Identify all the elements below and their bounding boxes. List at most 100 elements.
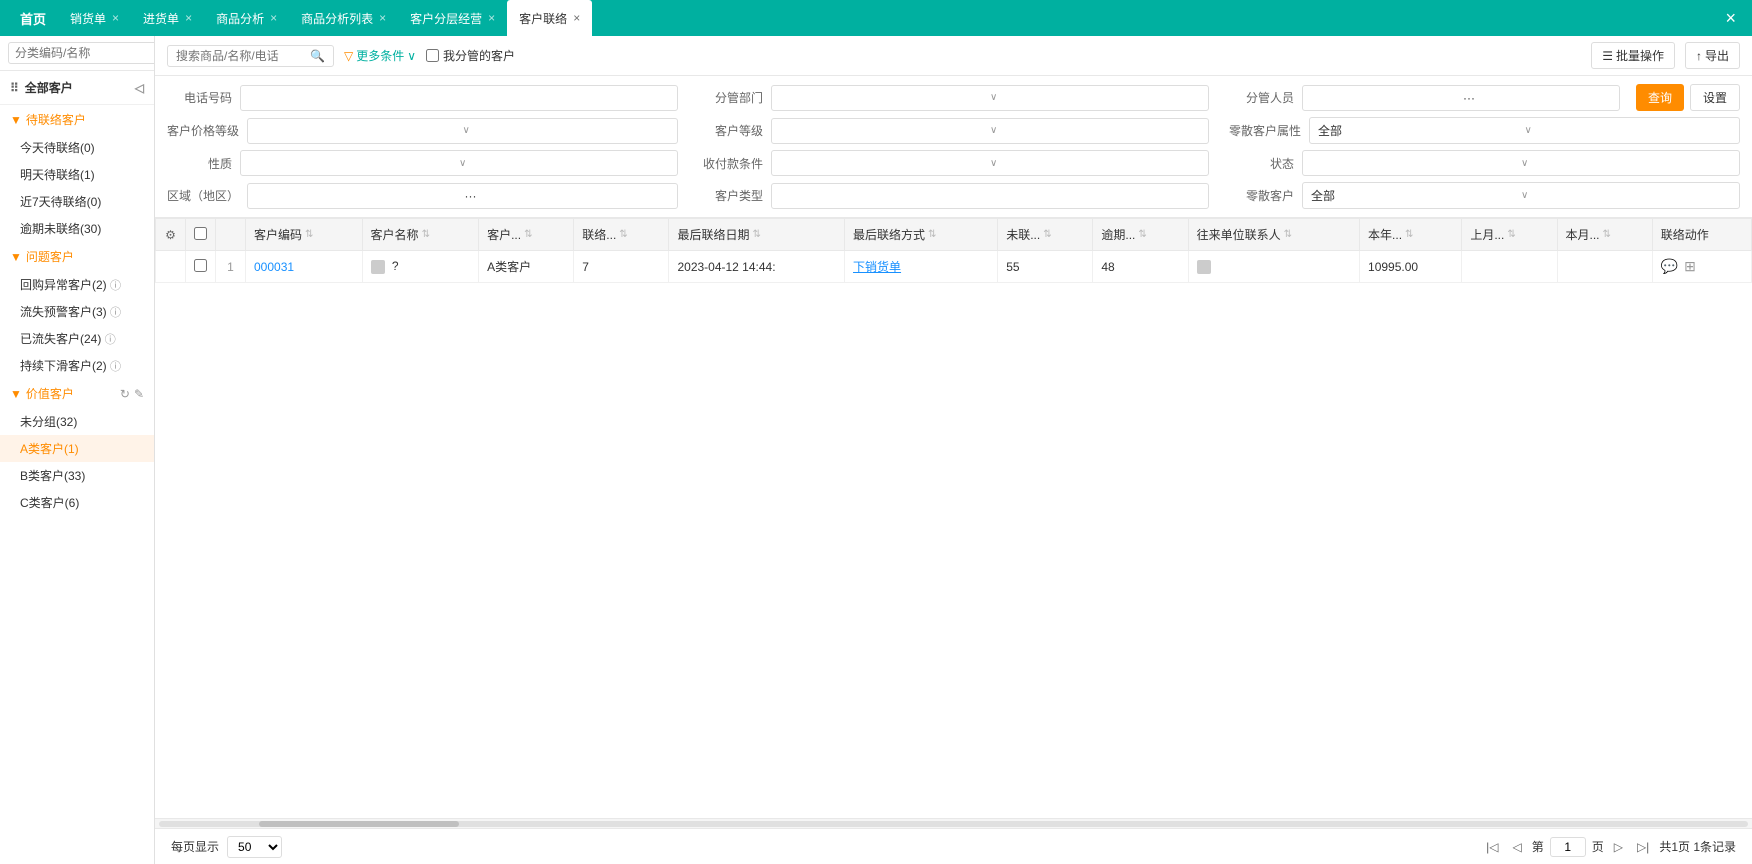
region-input[interactable]: ··· (247, 183, 678, 209)
row-select-checkbox[interactable] (194, 259, 207, 272)
col-last-month[interactable]: 上月... ⇅ (1462, 219, 1557, 251)
search-btn[interactable]: 查询 (1636, 84, 1684, 111)
region-label: 区域（地区） (167, 187, 239, 204)
prev-page-btn[interactable]: ◁ (1508, 838, 1525, 856)
export-btn[interactable]: ↑ 导出 (1685, 42, 1740, 69)
col-last-date[interactable]: 最后联络日期 ⇅ (669, 219, 845, 251)
qr-action-icon[interactable]: ⊞ (1684, 258, 1696, 275)
my-customers-check[interactable] (426, 49, 439, 62)
name-tag (371, 260, 385, 274)
sidebar-group-problem[interactable]: ▼ 问题客户 (0, 242, 154, 271)
retail-dropdown[interactable]: 全部 ∨ (1302, 182, 1740, 209)
nav-sales[interactable]: 销货单 × (58, 0, 131, 36)
phone-input[interactable] (240, 85, 678, 111)
nav-analysis-close[interactable]: × (270, 11, 277, 25)
sidebar-item-today[interactable]: 今天待联络(0) (0, 134, 154, 161)
per-page-select[interactable]: 10 20 50 100 (227, 836, 282, 858)
sidebar-item-declining[interactable]: 持续下滑客户(2) ⓘ (0, 352, 154, 379)
content-area: 🔍 ▽ 更多条件 ∨ 我分管的客户 ☰ 批量操作 ↑ 导出 (155, 36, 1752, 864)
nav-customer-contact[interactable]: 客户联络 × (507, 0, 592, 36)
page-number-input[interactable] (1550, 837, 1586, 857)
more-filters-btn[interactable]: ▽ 更多条件 ∨ (344, 47, 416, 64)
col-gear[interactable]: ⚙ (156, 219, 186, 251)
manager-input[interactable]: ··· (1302, 85, 1620, 111)
filter-search-input[interactable] (176, 49, 306, 63)
status-dropdown[interactable]: ∨ (1302, 150, 1740, 176)
export-icon: ↑ (1696, 49, 1702, 63)
col-name[interactable]: 客户名称 ⇅ (362, 219, 479, 251)
sidebar-search-input[interactable] (8, 42, 155, 64)
scrollbar-track[interactable] (159, 821, 1748, 827)
first-page-btn[interactable]: |◁ (1482, 838, 1502, 856)
dept-dropdown[interactable]: ∨ (771, 85, 1209, 111)
nature-dropdown[interactable]: ∨ (240, 150, 678, 176)
nav-analysis[interactable]: 商品分析 × (204, 0, 289, 36)
chevron-down-icon: ∨ (1525, 125, 1732, 136)
col-category[interactable]: 客户... ⇅ (479, 219, 574, 251)
horizontal-scrollbar[interactable] (155, 818, 1752, 828)
sort-icon: ⇅ (422, 229, 430, 240)
last-page-btn[interactable]: ▷| (1633, 838, 1653, 856)
price-level-dropdown[interactable]: ∨ (247, 118, 678, 144)
col-overdue[interactable]: 逾期... ⇅ (1093, 219, 1188, 251)
sidebar-item-churn-warning[interactable]: 流失预警客户(3) ⓘ (0, 298, 154, 325)
sidebar-item-ungrouped[interactable]: 未分组(32) (0, 408, 154, 435)
sidebar-item-churned[interactable]: 已流失客户(24) ⓘ (0, 325, 154, 352)
sidebar-item-7days[interactable]: 近7天待联络(0) (0, 188, 154, 215)
nav-home[interactable]: 首页 (8, 0, 58, 36)
sort-icon: ⇅ (1138, 229, 1146, 240)
nav-sales-close[interactable]: × (112, 11, 119, 25)
sidebar-item-tomorrow[interactable]: 明天待联络(1) (0, 161, 154, 188)
col-unit-contact[interactable]: 往来单位联系人 ⇅ (1188, 219, 1359, 251)
retail-attr-dropdown[interactable]: 全部 ∨ (1309, 117, 1740, 144)
col-select-all[interactable] (186, 219, 216, 251)
filter-row-status: 状态 ∨ (1229, 150, 1740, 176)
row-last-method[interactable]: 下销货单 (845, 251, 998, 283)
sidebar-item-class-a[interactable]: A类客户(1) (0, 435, 154, 462)
nav-analysis-list[interactable]: 商品分析列表 × (289, 0, 398, 36)
sidebar-group-pending[interactable]: ▼ 待联络客户 (0, 105, 154, 134)
col-code[interactable]: 客户编码 ⇅ (246, 219, 363, 251)
sidebar-all-customers[interactable]: ⠿ 全部客户 ◁ (0, 71, 154, 105)
filter-row-region: 区域（地区） ··· (167, 182, 678, 209)
col-this-month[interactable]: 本月... ⇅ (1557, 219, 1652, 251)
nav-purchase-close[interactable]: × (185, 11, 192, 25)
col-last-method[interactable]: 最后联络方式 ⇅ (845, 219, 998, 251)
level-dropdown[interactable]: ∨ (771, 118, 1209, 144)
close-all-tabs[interactable]: × (1717, 8, 1744, 29)
col-this-year[interactable]: 本年... ⇅ (1360, 219, 1462, 251)
chat-action-icon[interactable]: 💬 (1661, 258, 1678, 275)
scrollbar-thumb[interactable] (259, 821, 459, 827)
type-input[interactable] (771, 183, 1209, 209)
nav-purchase[interactable]: 进货单 × (131, 0, 204, 36)
row-checkbox[interactable] (186, 251, 216, 283)
data-table-area: ⚙ 客户编码 ⇅ 客户名称 (155, 218, 1752, 818)
sidebar-item-class-c[interactable]: C类客户(6) (0, 489, 154, 516)
nav-customer-seg[interactable]: 客户分层经营 × (398, 0, 507, 36)
sidebar-group-value[interactable]: ▼ 价值客户 ↻ ✎ (0, 379, 154, 408)
sidebar-item-overdue[interactable]: 逾期未联络(30) (0, 215, 154, 242)
batch-op-btn[interactable]: ☰ 批量操作 (1591, 42, 1675, 69)
filter-search-icon[interactable]: 🔍 (310, 49, 325, 63)
nav-customer-contact-close[interactable]: × (573, 11, 580, 25)
col-uncontacted[interactable]: 未联... ⇅ (998, 219, 1093, 251)
nav-customer-seg-close[interactable]: × (488, 11, 495, 25)
manager-label: 分管人员 (1229, 89, 1294, 106)
row-this-month (1557, 251, 1652, 283)
row-code[interactable]: 000031 (246, 251, 363, 283)
refresh-icon[interactable]: ↻ (120, 387, 130, 401)
edit-value-icon[interactable]: ✎ (134, 387, 144, 401)
sidebar-item-class-b[interactable]: B类客户(33) (0, 462, 154, 489)
col-contact[interactable]: 联络... ⇅ (574, 219, 669, 251)
chevron-down-icon: ∨ (990, 92, 1200, 103)
sidebar-search-area: 🔍 (0, 36, 154, 71)
setting-btn[interactable]: 设置 (1690, 84, 1740, 111)
my-customers-checkbox[interactable]: 我分管的客户 (426, 47, 515, 64)
row-name[interactable]: ? (362, 251, 479, 283)
select-all-checkbox[interactable] (194, 227, 207, 240)
payment-dropdown[interactable]: ∨ (771, 150, 1209, 176)
sidebar-item-repurchase-abnormal[interactable]: 回购异常客户(2) ⓘ (0, 271, 154, 298)
nav-analysis-list-close[interactable]: × (379, 11, 386, 25)
sidebar-collapse-icon[interactable]: ◁ (135, 81, 144, 95)
next-page-btn[interactable]: ▷ (1610, 838, 1627, 856)
